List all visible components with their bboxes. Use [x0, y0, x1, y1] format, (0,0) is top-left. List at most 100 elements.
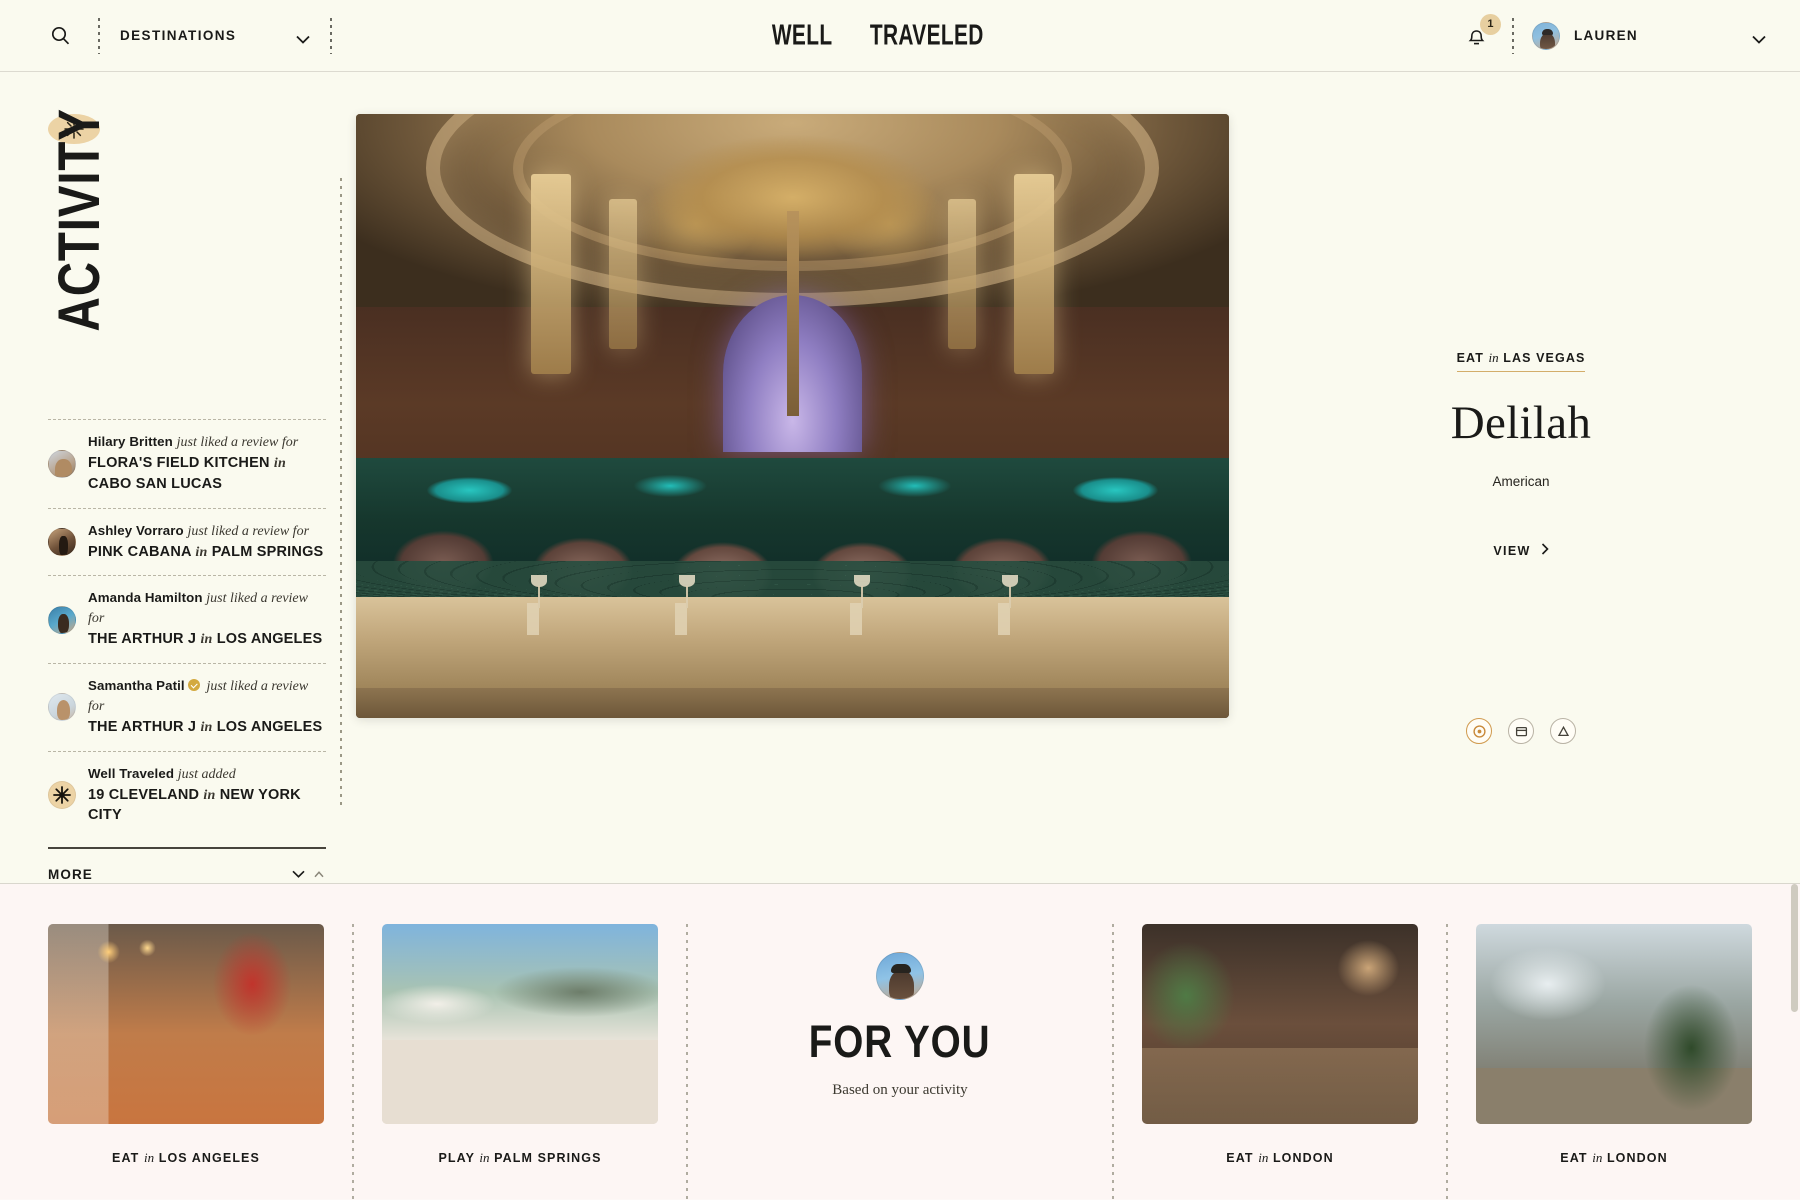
brand-word-1: WELL — [771, 19, 833, 51]
recommendation-category: EAT — [112, 1151, 140, 1165]
destinations-label: DESTINATIONS — [120, 28, 237, 43]
brand-starburst-icon — [48, 781, 76, 810]
header-divider-user — [1511, 17, 1514, 54]
activity-place[interactable]: PINK CABANA — [88, 544, 191, 560]
activity-place[interactable]: THE ARTHUR J — [88, 719, 196, 735]
activity-city[interactable]: CABO SAN LUCAS — [88, 476, 222, 492]
activity-place[interactable]: 19 CLEVELAND — [88, 787, 199, 803]
activity-joiner: in — [200, 719, 213, 735]
activity-user[interactable]: Samantha Patil — [88, 678, 185, 693]
feature-title[interactable]: Delilah — [1451, 396, 1591, 450]
recommendation-card[interactable]: EAT in LOS ANGELES — [48, 924, 324, 1199]
for-you-subtitle: Based on your activity — [832, 1082, 968, 1098]
activity-place[interactable]: THE ARTHUR J — [88, 631, 196, 647]
list-item[interactable]: Hilary Britten just liked a review for F… — [48, 419, 326, 507]
show-more-button[interactable]: MORE — [48, 847, 326, 883]
bookmark-icon[interactable] — [1508, 718, 1534, 744]
activity-action: just liked a review for — [176, 435, 299, 451]
feature-info-panel: EAT in LAS VEGAS Delilah American VIEW — [1242, 114, 1800, 883]
header-left-group: DESTINATIONS — [0, 16, 350, 56]
activity-text: Hilary Britten just liked a review for F… — [88, 433, 326, 494]
recommendation-card[interactable]: PLAY in PALM SPRINGS — [382, 924, 658, 1199]
chevron-down-icon[interactable] — [292, 865, 305, 883]
list-item[interactable]: Ashley Vorraro just liked a review for P… — [48, 507, 326, 576]
activity-city[interactable]: LOS ANGELES — [217, 719, 323, 735]
bell-icon[interactable]: 1 — [1460, 13, 1501, 53]
for-you-title: FOR YOU — [809, 1016, 991, 1067]
feature-action-bar — [1466, 718, 1576, 744]
recommendation-image — [1142, 924, 1418, 1124]
card-divider — [352, 924, 354, 1199]
activity-city[interactable]: LOS ANGELES — [217, 631, 323, 647]
activity-user[interactable]: Amanda Hamilton — [88, 590, 203, 605]
feature-city: LAS VEGAS — [1503, 351, 1586, 365]
view-label: VIEW — [1493, 543, 1531, 558]
activity-city[interactable]: PALM SPRINGS — [212, 544, 324, 560]
user-name-label: LAUREN — [1573, 28, 1638, 43]
list-item[interactable]: Amanda Hamilton just liked a review for … — [48, 575, 326, 663]
list-item[interactable]: Well Traveled just added 19 CLEVELAND in… — [48, 750, 326, 839]
view-button[interactable]: VIEW — [1493, 543, 1549, 558]
user-menu[interactable]: LAUREN — [1531, 21, 1766, 50]
for-you-block: FOR YOU Based on your activity — [716, 924, 1084, 1199]
save-icon[interactable] — [1466, 718, 1492, 744]
search-icon[interactable] — [40, 16, 80, 56]
chevron-right-icon — [1541, 543, 1549, 558]
activity-sidebar: ACTIVITY Hilary Britten just liked a rev… — [0, 109, 340, 883]
activity-joiner: in — [200, 632, 213, 648]
page-scrollbar[interactable] — [1791, 884, 1798, 1012]
recommendation-city: LONDON — [1272, 1151, 1334, 1165]
chevron-up-icon[interactable] — [314, 865, 324, 883]
brand-word-2: TRAVELED — [870, 19, 984, 51]
feature-kicker[interactable]: EAT in LAS VEGAS — [1456, 350, 1586, 372]
recommendation-image — [382, 924, 658, 1124]
recommendation-joiner: in — [479, 1150, 490, 1165]
card-divider — [1446, 924, 1448, 1199]
recommendation-card[interactable]: EAT in LONDON — [1142, 924, 1418, 1199]
recommendation-category: EAT — [1226, 1151, 1254, 1165]
feature-cuisine: American — [1492, 474, 1550, 489]
recommendation-kicker: EAT in LONDON — [1560, 1150, 1667, 1166]
avatar — [48, 605, 76, 634]
activity-user[interactable]: Ashley Vorraro — [88, 523, 184, 538]
recommendation-joiner: in — [1592, 1150, 1603, 1165]
recommendation-city: LOS ANGELES — [158, 1151, 260, 1165]
recommendation-category: EAT — [1560, 1151, 1588, 1165]
destinations-dropdown[interactable]: DESTINATIONS — [118, 24, 312, 47]
brand-logo[interactable]: WELL TRAVELED — [772, 19, 1028, 52]
list-item[interactable]: Samantha Patil just liked a review for T… — [48, 663, 326, 751]
activity-text: Amanda Hamilton just liked a review for … — [88, 589, 326, 650]
recommendation-city: PALM SPRINGS — [494, 1151, 602, 1165]
avatar — [48, 528, 76, 557]
feature-joiner: in — [1488, 350, 1499, 365]
avatar — [876, 952, 924, 1000]
recommendation-kicker: PLAY in PALM SPRINGS — [438, 1150, 601, 1166]
notification-count-badge: 1 — [1479, 13, 1501, 35]
app-header: DESTINATIONS WELL TRAVELED 1 LAUREN — [0, 0, 1800, 72]
feature-image-container — [342, 114, 1242, 883]
card-divider — [686, 924, 688, 1199]
activity-text: Well Traveled just added 19 CLEVELAND in… — [88, 765, 326, 826]
recommendation-kicker: EAT in LONDON — [1226, 1150, 1333, 1166]
activity-feature-section: ACTIVITY Hilary Britten just liked a rev… — [0, 72, 1800, 884]
chevron-down-icon[interactable] — [1752, 31, 1766, 44]
recommendation-city: LONDON — [1606, 1151, 1668, 1165]
activity-user[interactable]: Hilary Britten — [88, 434, 173, 449]
activity-action: just added — [177, 766, 236, 782]
header-right-group: 1 LAUREN — [1460, 13, 1800, 54]
avatar — [1531, 21, 1560, 50]
activity-user[interactable]: Well Traveled — [88, 766, 174, 781]
recommendation-image — [1476, 924, 1752, 1124]
avatar — [48, 693, 76, 722]
activity-text: Samantha Patil just liked a review for T… — [88, 677, 326, 738]
recommendation-card[interactable]: EAT in LONDON — [1476, 924, 1752, 1199]
feature-image[interactable] — [356, 114, 1229, 718]
activity-place[interactable]: FLORA'S FIELD KITCHEN — [88, 455, 270, 471]
activity-joiner: in — [273, 456, 286, 472]
activity-text: Ashley Vorraro just liked a review for P… — [88, 522, 323, 563]
share-icon[interactable] — [1550, 718, 1576, 744]
header-divider-right — [330, 17, 333, 54]
for-you-section: EAT in LOS ANGELES PLAY in PALM SPRINGS … — [0, 884, 1800, 1199]
recommendation-joiner: in — [144, 1150, 155, 1165]
activity-feed: Hilary Britten just liked a review for F… — [48, 419, 326, 883]
